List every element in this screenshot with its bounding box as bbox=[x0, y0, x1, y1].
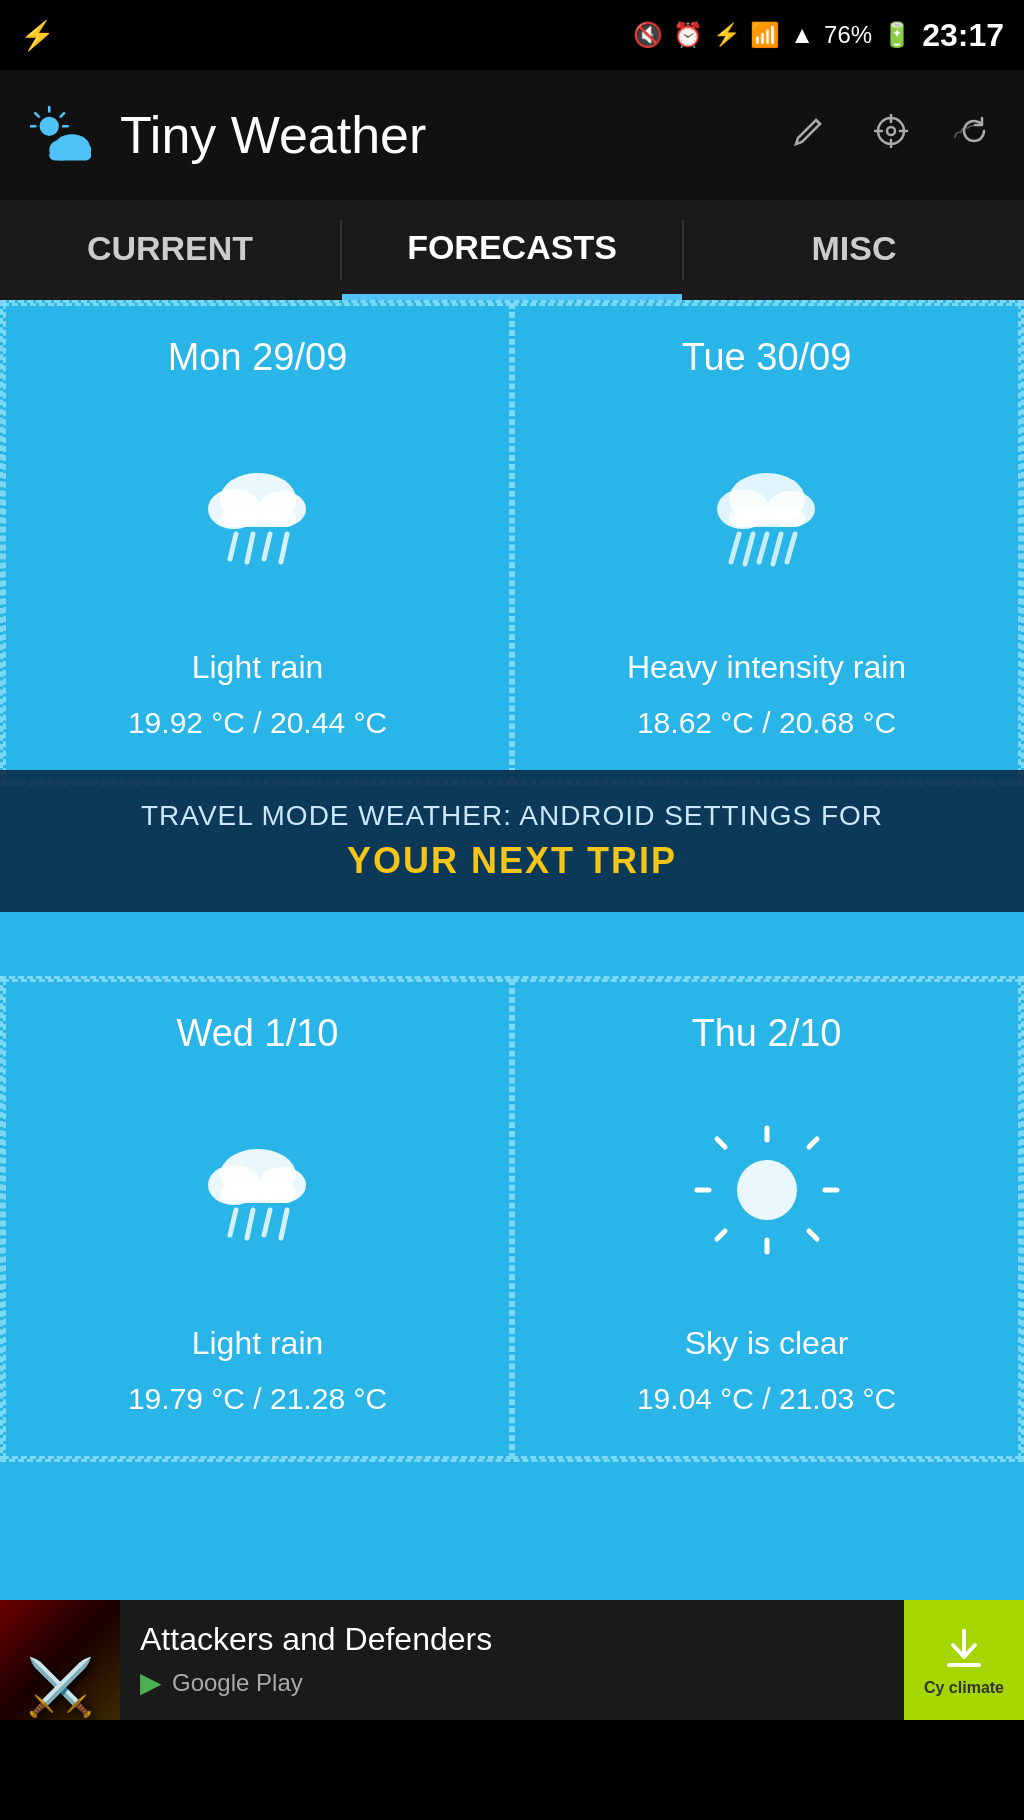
forecast-day-0: Mon 29/09 bbox=[168, 336, 348, 379]
svg-line-29 bbox=[745, 534, 753, 564]
forecast-cell-mon: Mon 29/09 Light rain 19.92 °C / 20.44 °C bbox=[3, 303, 512, 783]
main-content: Mon 29/09 Light rain 19.92 °C / 20.44 °C bbox=[0, 300, 1024, 1720]
forecast-cell-wed: Wed 1/10 Light rain 19.79 °C / 21.28 °C bbox=[3, 979, 512, 1459]
forecast-grid: Mon 29/09 Light rain 19.92 °C / 20.44 °C bbox=[0, 300, 1024, 786]
forecast-condition-2: Light rain bbox=[192, 1325, 324, 1362]
weather-icon-0 bbox=[178, 399, 338, 629]
forecast-row2: Wed 1/10 Light rain 19.79 °C / 21.28 °C … bbox=[0, 976, 1024, 1462]
forecast-day-3: Thu 2/10 bbox=[692, 1012, 842, 1055]
svg-line-38 bbox=[247, 1210, 253, 1238]
wifi-icon: 📶 bbox=[750, 21, 780, 49]
forecast-temp-2: 19.79 °C / 21.28 °C bbox=[128, 1382, 387, 1426]
location-icon[interactable] bbox=[870, 110, 912, 161]
svg-rect-9 bbox=[49, 150, 91, 161]
mute-icon: 🔇 bbox=[633, 21, 663, 49]
svg-line-22 bbox=[264, 534, 270, 559]
svg-line-48 bbox=[809, 1139, 817, 1147]
svg-rect-36 bbox=[220, 1185, 296, 1203]
app-header: Tiny Weather bbox=[0, 70, 1024, 200]
svg-line-37 bbox=[230, 1210, 236, 1235]
forecast-temp-3: 19.04 °C / 21.03 °C bbox=[637, 1382, 896, 1426]
svg-line-49 bbox=[717, 1231, 725, 1239]
signal-strength: ▲ bbox=[790, 21, 814, 49]
forecast-condition-1: Heavy intensity rain bbox=[627, 649, 906, 686]
ad-thumbnail: ⚔️ bbox=[0, 1600, 120, 1720]
tab-misc[interactable]: MISC bbox=[684, 200, 1024, 300]
app-title: Tiny Weather bbox=[120, 105, 426, 165]
usb-icon: ⚡ bbox=[20, 19, 55, 52]
edit-icon[interactable] bbox=[788, 110, 830, 161]
ad-text-section: Attackers and Defenders ▶ Google Play bbox=[120, 1621, 904, 1699]
alarm-icon: ⏰ bbox=[673, 21, 703, 49]
forecast-cell-tue: Tue 30/09 Heavy intensity rain 18.62 bbox=[512, 303, 1021, 783]
forecast-day-2: Wed 1/10 bbox=[177, 1012, 339, 1055]
svg-line-47 bbox=[809, 1231, 817, 1239]
svg-line-20 bbox=[230, 534, 236, 559]
svg-point-11 bbox=[887, 127, 895, 135]
forecast-temp-0: 19.92 °C / 20.44 °C bbox=[128, 706, 387, 750]
svg-line-21 bbox=[247, 534, 253, 562]
forecast-cell-thu: Thu 2/10 Sky is clear 19.04 °C / 21.0 bbox=[512, 979, 1021, 1459]
ad-title: Attackers and Defenders bbox=[140, 1621, 884, 1658]
svg-line-31 bbox=[773, 534, 781, 564]
battery-icon: 🔋 bbox=[882, 21, 912, 49]
svg-line-46 bbox=[717, 1139, 725, 1147]
tab-bar: CURRENT FORECASTS MISC bbox=[0, 200, 1024, 300]
header-icons bbox=[788, 110, 994, 161]
ad-brand-label: Cy climate bbox=[924, 1678, 1004, 1697]
weather-icon-1 bbox=[687, 399, 847, 629]
ad-download-button[interactable]: Cy climate bbox=[904, 1600, 1024, 1720]
travel-banner-highlight: YOUR NEXT TRIP bbox=[20, 840, 1004, 882]
svg-line-30 bbox=[759, 534, 767, 562]
svg-line-2 bbox=[61, 113, 65, 117]
tab-forecasts[interactable]: FORECASTS bbox=[342, 200, 682, 300]
svg-point-41 bbox=[737, 1160, 797, 1220]
travel-banner[interactable]: TRAVEL MODE WEATHER: ANDROID SETTINGS FO… bbox=[0, 770, 1024, 912]
svg-line-28 bbox=[731, 534, 739, 562]
forecast-temp-1: 18.62 °C / 20.68 °C bbox=[637, 706, 896, 750]
app-title-section: Tiny Weather bbox=[30, 100, 426, 170]
svg-line-23 bbox=[281, 534, 287, 562]
status-time: 23:17 bbox=[922, 17, 1004, 54]
tab-current[interactable]: CURRENT bbox=[0, 200, 340, 300]
weather-icon-2 bbox=[178, 1075, 338, 1305]
svg-rect-27 bbox=[729, 509, 805, 527]
status-bar: ⚡ 🔇 ⏰ ⚡ 📶 ▲ 76% 🔋 23:17 bbox=[0, 0, 1024, 70]
svg-line-40 bbox=[281, 1210, 287, 1238]
battery-percent: 76% bbox=[824, 21, 872, 49]
forecast-condition-0: Light rain bbox=[192, 649, 324, 686]
svg-point-0 bbox=[41, 118, 59, 136]
ad-subtitle: ▶ Google Play bbox=[140, 1666, 884, 1699]
ad-thumb-image: ⚔️ bbox=[0, 1600, 120, 1720]
svg-line-4 bbox=[35, 113, 39, 117]
weather-icon-3 bbox=[687, 1075, 847, 1305]
bluetooth-icon: ⚡ bbox=[713, 22, 740, 48]
svg-rect-19 bbox=[220, 509, 296, 527]
ad-banner[interactable]: ⚔️ Attackers and Defenders ▶ Google Play… bbox=[0, 1600, 1024, 1720]
ad-store-label: Google Play bbox=[172, 1669, 303, 1697]
play-store-logo: ▶ bbox=[140, 1666, 162, 1699]
refresh-icon[interactable] bbox=[952, 110, 994, 161]
forecast-day-1: Tue 30/09 bbox=[682, 336, 852, 379]
forecast-condition-3: Sky is clear bbox=[685, 1325, 849, 1362]
download-icon bbox=[939, 1623, 989, 1673]
svg-line-32 bbox=[787, 534, 795, 562]
svg-line-39 bbox=[264, 1210, 270, 1235]
app-logo bbox=[30, 100, 100, 170]
travel-banner-text: TRAVEL MODE WEATHER: ANDROID SETTINGS FO… bbox=[20, 800, 1004, 832]
